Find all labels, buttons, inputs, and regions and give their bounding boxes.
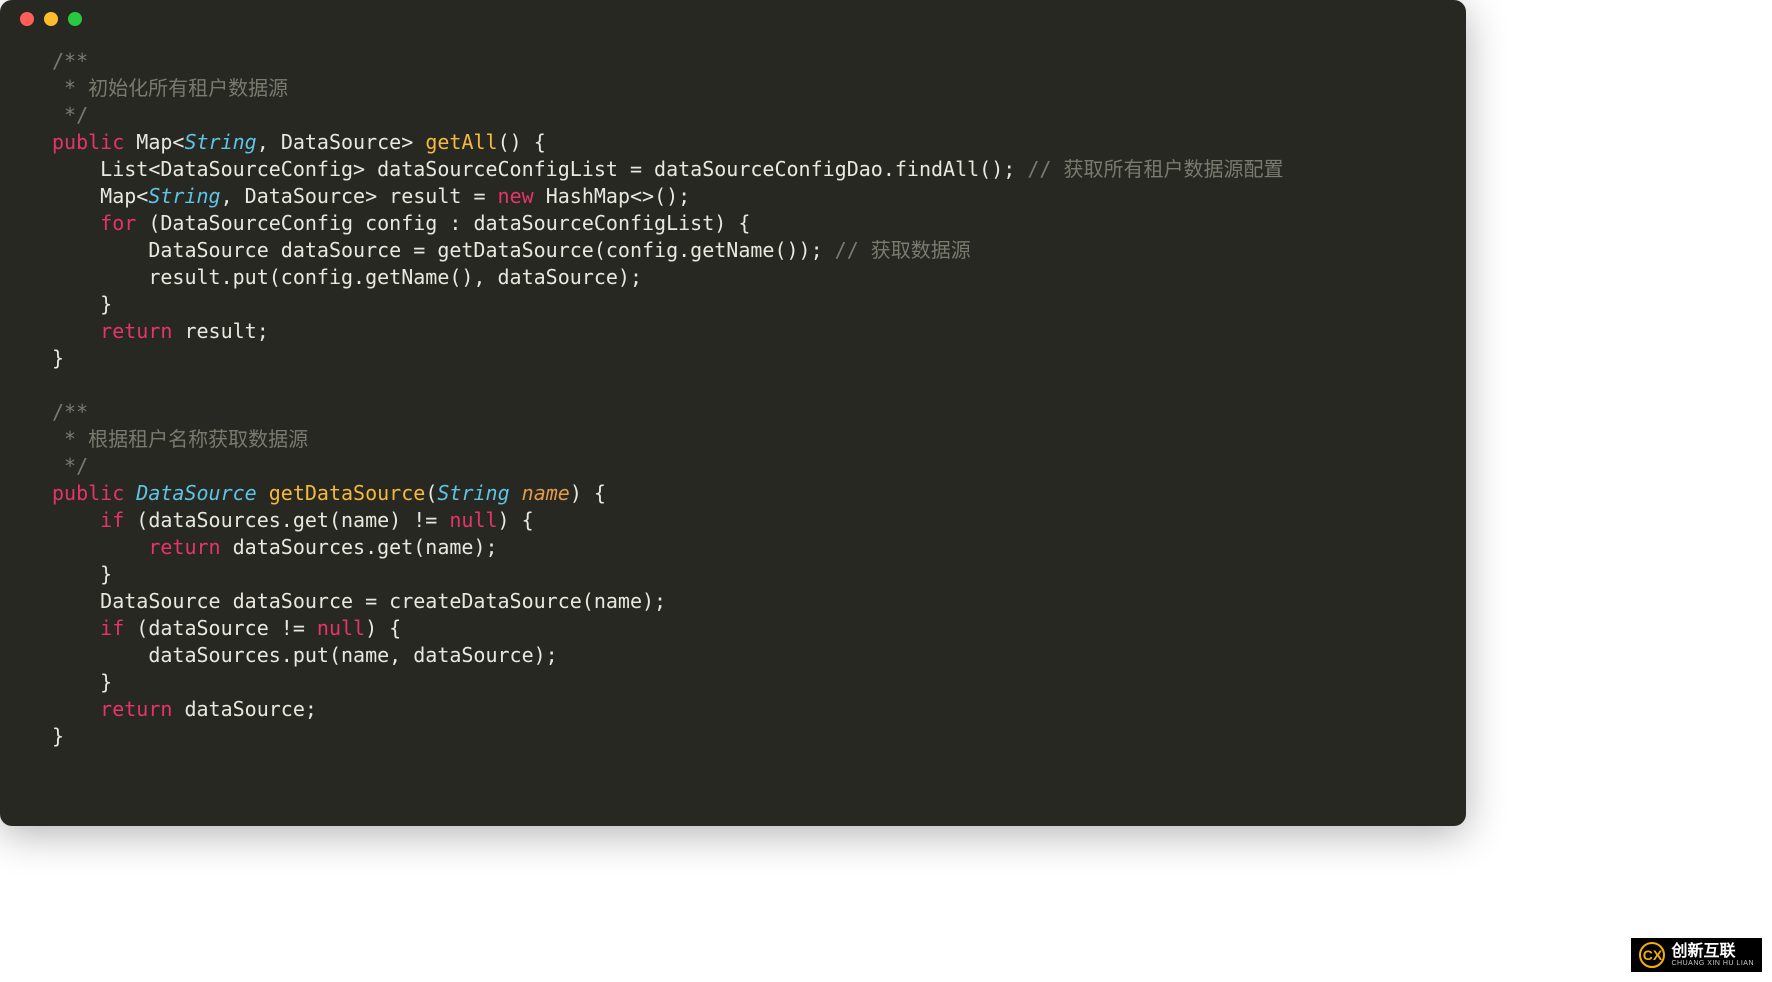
code-token: public [52,481,124,505]
watermark: CX 创新互联 CHUANG XIN HU LIAN [1631,938,1762,972]
code-content: /** * 初始化所有租户数据源 */ public Map<String, D… [0,38,1466,780]
code-line: * 初始化所有租户数据源 [52,76,288,100]
code-token: new [498,184,534,208]
code-line: /** [52,49,88,73]
code-line: } [52,724,64,748]
watermark-sub-text: CHUANG XIN HU LIAN [1671,960,1754,967]
code-token: (dataSource != [124,616,317,640]
code-line: /** [52,400,88,424]
code-token: null [317,616,365,640]
code-token: () { [498,130,546,154]
code-token: DataSource [136,481,256,505]
code-token: < [172,130,184,154]
close-icon[interactable] [20,12,34,26]
code-token: String [437,481,509,505]
code-token: DataSource [281,130,401,154]
code-token: , DataSource> result = [221,184,498,208]
code-token: String [148,184,220,208]
code-line: } [52,346,64,370]
code-editor-window: /** * 初始化所有租户数据源 */ public Map<String, D… [0,0,1466,826]
watermark-text: 创新互联 CHUANG XIN HU LIAN [1671,944,1754,967]
code-line: * 根据租户名称获取数据源 [52,427,308,451]
code-token: return [52,319,172,343]
code-token: (dataSources.get(name) != [124,508,449,532]
code-token: public [52,130,124,154]
code-token: dataSources.get(name); [221,535,498,559]
watermark-main-text: 创新互联 [1671,944,1754,960]
minimize-icon[interactable] [44,12,58,26]
code-token: dataSource; [172,697,317,721]
code-token: ( [425,481,437,505]
watermark-logo-icon: CX [1639,942,1665,968]
code-token [257,481,269,505]
code-line: dataSources.put(name, dataSource); [52,643,558,667]
code-line: } [52,292,112,316]
code-line: } [52,670,112,694]
code-line: DataSource dataSource = getDataSource(co… [52,238,835,262]
code-token: Map< [52,184,148,208]
maximize-icon[interactable] [68,12,82,26]
code-token: null [449,508,497,532]
code-token: name [522,481,570,505]
code-token: HashMap<>(); [534,184,691,208]
code-token: ) { [365,616,401,640]
code-token: ) { [498,508,534,532]
code-token: String [184,130,256,154]
code-line: List<DataSourceConfig> dataSourceConfigL… [52,157,1027,181]
code-token: > [401,130,425,154]
code-token: return [52,697,172,721]
code-token: ) { [570,481,606,505]
code-token [510,481,522,505]
code-token: // 获取所有租户数据源配置 [1027,157,1283,181]
code-token: (DataSourceConfig config : dataSourceCon… [136,211,750,235]
code-line: DataSource dataSource = createDataSource… [52,589,666,613]
code-token: if [52,616,124,640]
code-token: return [52,535,221,559]
code-token: Map [124,130,172,154]
code-token: // 获取数据源 [835,238,971,262]
code-token: for [52,211,136,235]
code-token: result; [172,319,268,343]
code-line: result.put(config.getName(), dataSource)… [52,265,642,289]
code-line: */ [52,454,88,478]
code-line: */ [52,103,88,127]
code-line: } [52,562,112,586]
code-token [124,481,136,505]
window-titlebar [0,0,1466,38]
code-token: , [257,130,281,154]
code-token: if [52,508,124,532]
code-token: getAll [425,130,497,154]
code-token: getDataSource [269,481,426,505]
